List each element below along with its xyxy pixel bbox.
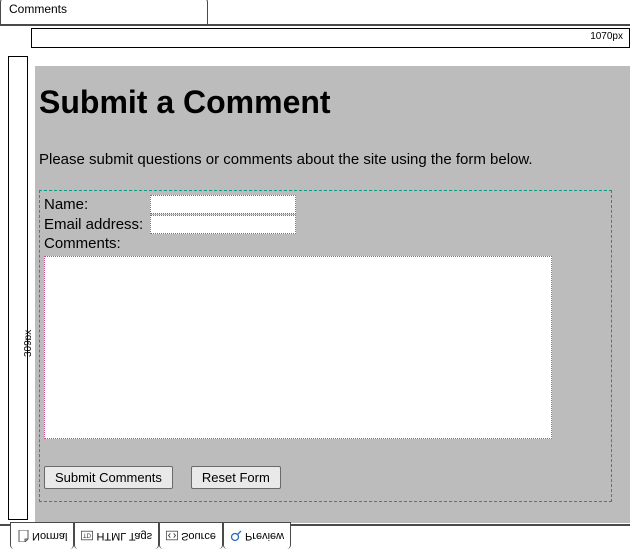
intro-text[interactable]: Please submit questions or comments abou… bbox=[39, 151, 612, 168]
submit-button[interactable]: Submit Comments bbox=[44, 466, 173, 489]
page-body: Submit a Comment Please submit questions… bbox=[35, 66, 630, 523]
page-icon bbox=[17, 530, 29, 542]
comments-textarea[interactable] bbox=[44, 256, 552, 439]
form-block[interactable]: Name: Email address: Comments: Submit Co… bbox=[39, 190, 612, 502]
document-tab-label: Comments bbox=[9, 2, 67, 16]
source-icon bbox=[166, 530, 178, 542]
page-title[interactable]: Submit a Comment bbox=[39, 84, 612, 121]
view-tab-label: Source bbox=[181, 530, 216, 542]
comments-label[interactable]: Comments: bbox=[44, 235, 121, 252]
magnifier-icon bbox=[230, 530, 242, 542]
horizontal-ruler[interactable]: 1070px bbox=[31, 28, 630, 46]
view-tab-label: Normal bbox=[32, 530, 67, 542]
view-tab-htmltags[interactable]: TD HTML Tags bbox=[74, 522, 159, 549]
name-label[interactable]: Name: bbox=[44, 196, 150, 213]
view-tab-source[interactable]: Source bbox=[159, 522, 223, 549]
design-canvas[interactable]: Submit a Comment Please submit questions… bbox=[31, 50, 630, 523]
vertical-ruler[interactable]: 309px bbox=[8, 56, 26, 518]
document-tab-comments[interactable]: Comments bbox=[0, 0, 208, 24]
svg-text:TD: TD bbox=[83, 532, 92, 538]
view-mode-tabs: Normal TD HTML Tags Source Preview bbox=[10, 527, 291, 549]
email-input[interactable] bbox=[150, 215, 296, 234]
ruler-mark: 1070px bbox=[590, 31, 623, 42]
reset-button[interactable]: Reset Form bbox=[191, 466, 281, 489]
view-tab-label: Preview bbox=[245, 530, 284, 542]
email-label[interactable]: Email address: bbox=[44, 216, 150, 233]
view-tab-label: HTML Tags bbox=[96, 530, 152, 542]
td-tag-icon: TD bbox=[81, 530, 93, 542]
document-tab-bar: Comments bbox=[0, 0, 630, 26]
name-input[interactable] bbox=[150, 195, 296, 214]
view-tab-preview[interactable]: Preview bbox=[223, 522, 291, 549]
view-tab-normal[interactable]: Normal bbox=[10, 522, 74, 549]
